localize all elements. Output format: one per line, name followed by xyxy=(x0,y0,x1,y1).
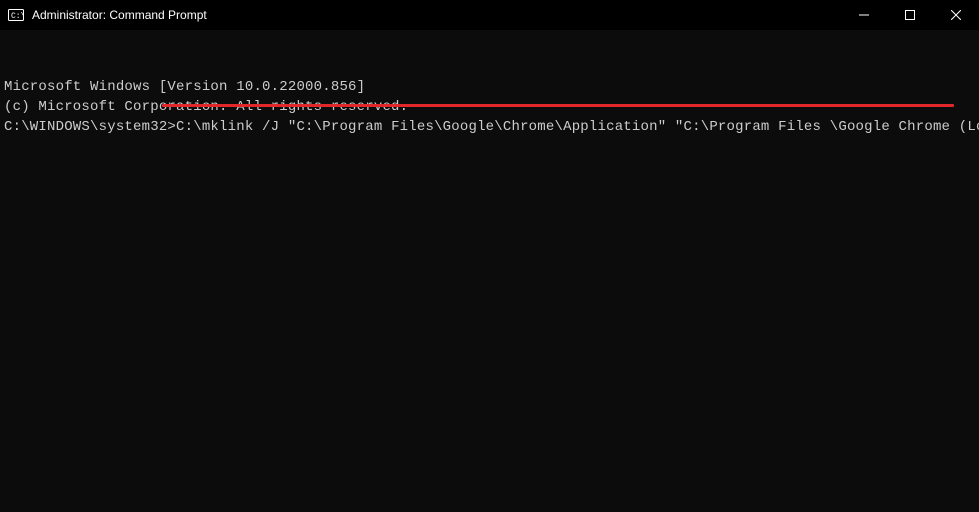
titlebar: C:\ Administrator: Command Prompt xyxy=(0,0,979,30)
minimize-button[interactable] xyxy=(841,0,887,30)
terminal-area[interactable]: Microsoft Windows [Version 10.0.22000.85… xyxy=(0,30,979,512)
window-controls xyxy=(841,0,979,30)
window-title: Administrator: Command Prompt xyxy=(32,8,207,22)
cmd-icon: C:\ xyxy=(8,7,24,23)
prompt-text: C:\WINDOWS\system32> xyxy=(4,119,176,135)
copyright-line: (c) Microsoft Corporation. All rights re… xyxy=(4,97,975,117)
command-text: C:\mklink /J "C:\Program Files\Google\Ch… xyxy=(176,119,979,135)
maximize-button[interactable] xyxy=(887,0,933,30)
close-button[interactable] xyxy=(933,0,979,30)
svg-text:C:\: C:\ xyxy=(11,12,24,21)
version-line: Microsoft Windows [Version 10.0.22000.85… xyxy=(4,77,975,97)
prompt-line: C:\WINDOWS\system32>C:\mklink /J "C:\Pro… xyxy=(4,117,975,137)
